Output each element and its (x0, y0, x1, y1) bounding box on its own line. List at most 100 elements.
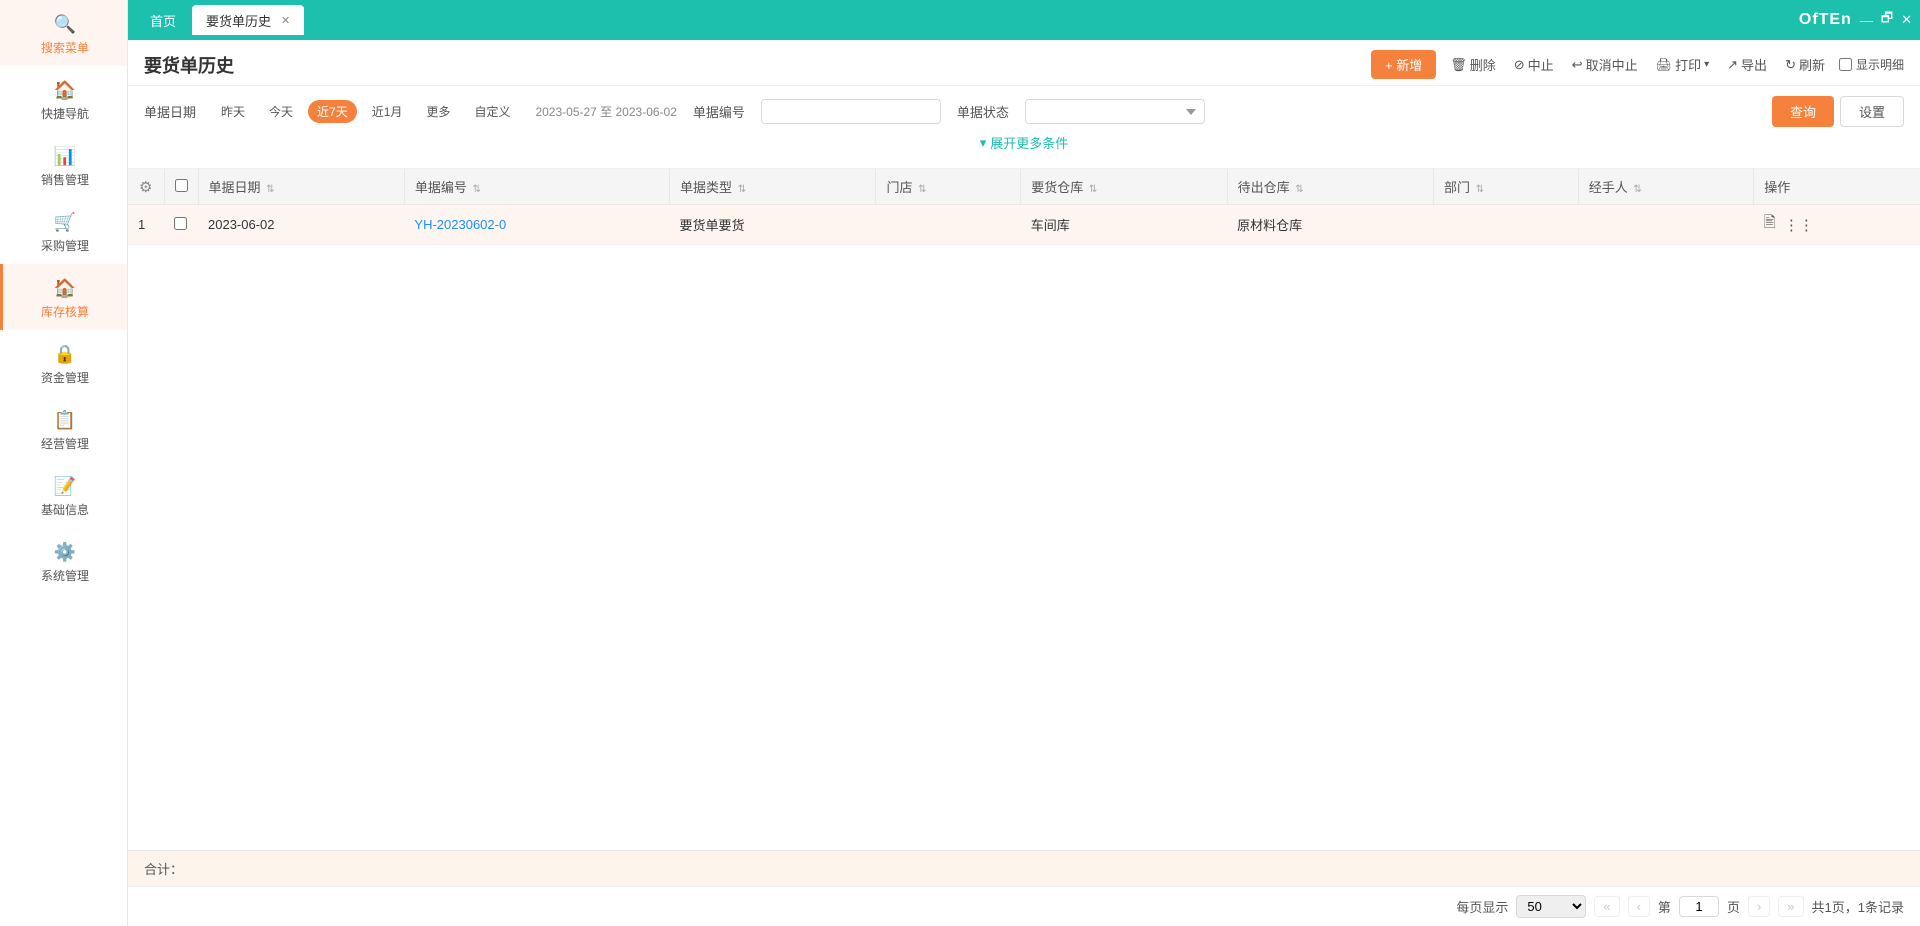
sidebar-item-quick-nav[interactable]: 🏠 快捷导航 (0, 66, 127, 132)
row-select-checkbox[interactable] (174, 217, 187, 230)
date-btn-1month[interactable]: 近1月 (363, 100, 412, 123)
page-number-input[interactable] (1679, 896, 1719, 917)
th-number-label: 单据编号 (415, 180, 467, 195)
page-suffix-label: 页 (1727, 897, 1740, 916)
sidebar-item-finance[interactable]: 🔒 资金管理 (0, 330, 127, 396)
refresh-button[interactable]: ↻ 刷新 (1781, 53, 1829, 76)
tab-home[interactable]: 首页 (136, 5, 190, 35)
sort-store-icon[interactable]: ⇅ (918, 184, 926, 195)
select-all-checkbox[interactable] (175, 179, 188, 192)
table-row: 1 2023-06-02 YH-20230602-0 要货单要货 车间库 原材料… (128, 205, 1920, 245)
sidebar-item-inventory-label: 库存核算 (41, 303, 89, 320)
sidebar-item-basic-label: 基础信息 (41, 501, 89, 518)
sidebar-item-system[interactable]: ⚙️ 系统管理 (0, 528, 127, 594)
topbar: 首页 要货单历史 ✕ OfTEn — 🗗 ✕ (128, 0, 1920, 40)
sidebar-item-operations[interactable]: 📋 经营管理 (0, 396, 127, 462)
row-actions: 🖹 ⋮⋮ (1754, 205, 1920, 245)
cancel-stop-icon: ↩ (1572, 57, 1583, 73)
sidebar-item-search-label: 搜索菜单 (41, 39, 89, 56)
row-store (876, 205, 1021, 245)
th-store-label: 门店 (886, 180, 912, 195)
sidebar-item-basic[interactable]: 📝 基础信息 (0, 462, 127, 528)
date-btn-yesterday[interactable]: 昨天 (212, 100, 254, 123)
th-department-label: 部门 (1444, 180, 1470, 195)
row-req-warehouse: 车间库 (1021, 205, 1227, 245)
sort-number-icon[interactable]: ⇅ (473, 184, 481, 195)
tab-requisition-history[interactable]: 要货单历史 ✕ (192, 5, 304, 35)
edit-action-icon[interactable]: ⋮⋮ (1784, 216, 1814, 234)
chart-icon: 📊 (54, 146, 76, 167)
bill-status-select[interactable] (1025, 99, 1205, 124)
cancel-stop-button[interactable]: ↩ 取消中止 (1568, 53, 1642, 76)
delete-button[interactable]: 🗑 删除 (1446, 53, 1500, 76)
tab-close-icon[interactable]: ✕ (281, 14, 290, 27)
th-pending-warehouse-label: 待出仓库 (1238, 180, 1290, 195)
row-handler (1578, 205, 1754, 245)
sort-pending-warehouse-icon[interactable]: ⇅ (1295, 184, 1303, 195)
export-icon: ↗ (1727, 57, 1738, 73)
table-footer: 合计： (128, 850, 1920, 886)
th-type-label: 单据类型 (680, 180, 732, 195)
row-department (1434, 205, 1579, 245)
search-button[interactable]: 查询 (1772, 96, 1834, 127)
first-page-button[interactable]: « (1594, 896, 1619, 917)
column-settings-icon[interactable]: ⚙ (139, 179, 152, 196)
sort-department-icon[interactable]: ⇅ (1476, 184, 1484, 195)
prev-page-button[interactable]: ‹ (1628, 896, 1650, 917)
delete-icon: 🗑 (1450, 57, 1467, 73)
sidebar-item-finance-label: 资金管理 (41, 369, 89, 386)
bill-number-input[interactable] (761, 99, 941, 124)
view-action-icon[interactable]: 🖹 (1764, 212, 1776, 237)
tab-home-label: 首页 (150, 11, 176, 30)
new-button[interactable]: + 新增 (1371, 50, 1436, 79)
th-store: 门店 ⇅ (876, 169, 1021, 205)
print-button[interactable]: 🖨 打印 ▾ (1652, 53, 1714, 76)
page-title: 要货单历史 (144, 52, 234, 78)
sort-handler-icon[interactable]: ⇅ (1633, 184, 1641, 195)
basic-icon: 📝 (54, 476, 76, 497)
content-area: 要货单历史 + 新增 🗑 删除 ⊘ 中止 ↩ 取消中止 🖨 打印 (128, 40, 1920, 926)
sidebar-item-quick-nav-label: 快捷导航 (41, 105, 89, 122)
expand-filter-button[interactable]: ▾ 展开更多条件 (980, 133, 1069, 152)
window-restore-btn[interactable]: 🗗 (1881, 9, 1893, 31)
th-number: 单据编号 ⇅ (404, 169, 669, 205)
th-handler: 经手人 ⇅ (1578, 169, 1754, 205)
sidebar-item-sales-label: 销售管理 (41, 171, 89, 188)
show-detail-toggle[interactable]: 显示明细 (1839, 56, 1904, 73)
export-button[interactable]: ↗ 导出 (1723, 53, 1771, 76)
row-number-link[interactable]: YH-20230602-0 (414, 217, 506, 232)
date-btn-7days[interactable]: 近7天 (308, 100, 357, 123)
th-date: 单据日期 ⇅ (198, 169, 404, 205)
date-btn-custom[interactable]: 自定义 (465, 100, 519, 123)
date-range-display: 2023-05-27 至 2023-06-02 (535, 103, 676, 120)
show-detail-checkbox[interactable] (1839, 58, 1852, 71)
tab-requisition-history-label: 要货单历史 (206, 11, 271, 30)
page-prefix-label: 第 (1658, 897, 1671, 916)
last-page-button[interactable]: » (1778, 896, 1803, 917)
sort-date-icon[interactable]: ⇅ (266, 184, 274, 195)
toolbar: + 新增 🗑 删除 ⊘ 中止 ↩ 取消中止 🖨 打印 ▾ (1371, 50, 1904, 79)
sidebar-item-purchase[interactable]: 🛒 采购管理 (0, 198, 127, 264)
sidebar-item-inventory[interactable]: 🏠 库存核算 (0, 264, 127, 330)
per-page-select[interactable]: 20 50 100 200 (1516, 895, 1586, 918)
date-btn-today[interactable]: 今天 (260, 100, 302, 123)
th-checkbox (164, 169, 198, 205)
main-area: 首页 要货单历史 ✕ OfTEn — 🗗 ✕ 要货单历史 + 新增 🗑 删除 (128, 0, 1920, 926)
th-pending-warehouse: 待出仓库 ⇅ (1227, 169, 1433, 205)
sidebar-item-search[interactable]: 🔍 搜索菜单 (0, 0, 127, 66)
sidebar-item-purchase-label: 采购管理 (41, 237, 89, 254)
sidebar-item-operations-label: 经营管理 (41, 435, 89, 452)
sidebar-item-sales[interactable]: 📊 销售管理 (0, 132, 127, 198)
stop-button[interactable]: ⊘ 中止 (1510, 53, 1558, 76)
date-btn-more[interactable]: 更多 (417, 100, 459, 123)
next-page-button[interactable]: › (1748, 896, 1770, 917)
bill-number-label: 单据编号 (693, 102, 745, 121)
window-minimize-btn[interactable]: — (1860, 13, 1873, 28)
window-close-btn[interactable]: ✕ (1901, 12, 1912, 28)
system-icon: ⚙️ (54, 542, 76, 563)
th-handler-label: 经手人 (1589, 180, 1628, 195)
sort-req-warehouse-icon[interactable]: ⇅ (1089, 184, 1097, 195)
settings-button[interactable]: 设置 (1840, 96, 1904, 127)
sort-type-icon[interactable]: ⇅ (738, 184, 746, 195)
th-actions-label: 操作 (1764, 180, 1790, 195)
